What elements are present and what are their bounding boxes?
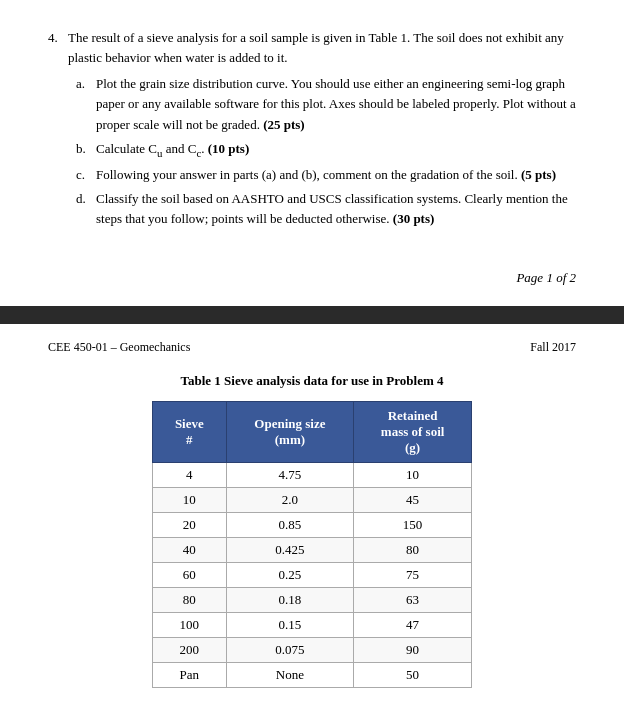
sub-item-d: d. Classify the soil based on AASHTO and… <box>76 189 576 229</box>
page-bottom: CEE 450-01 – Geomechanics Fall 2017 Tabl… <box>0 324 624 709</box>
table-cell: 0.85 <box>226 512 353 537</box>
sub-item-c: c. Following your answer in parts (a) an… <box>76 165 576 185</box>
table-cell: 2.0 <box>226 487 353 512</box>
table-cell: 4 <box>153 462 227 487</box>
table-cell: 0.425 <box>226 537 353 562</box>
col-header-sieve: Sieve# <box>153 401 227 462</box>
sub-item-a: a. Plot the grain size distribution curv… <box>76 74 576 134</box>
table-cell: 47 <box>354 612 472 637</box>
problem-number: 4. The result of a sieve analysis for a … <box>48 28 576 68</box>
sieve-table: Sieve# Opening size(mm) Retainedmass of … <box>152 401 472 688</box>
divider-bar <box>0 306 624 324</box>
table-cell: 0.075 <box>226 637 353 662</box>
problem-intro-text: The result of a sieve analysis for a soi… <box>68 28 576 68</box>
table-header-row: Sieve# Opening size(mm) Retainedmass of … <box>153 401 472 462</box>
problem-text: 4. The result of a sieve analysis for a … <box>48 28 576 230</box>
table-cell: 63 <box>354 587 472 612</box>
table-row: 2000.07590 <box>153 637 472 662</box>
table-cell: 90 <box>354 637 472 662</box>
col-header-retained: Retainedmass of soil(g) <box>354 401 472 462</box>
pts-b: (10 pts) <box>208 141 250 156</box>
sub-item-b-content: Calculate Cu and Cc. (10 pts) <box>96 139 576 161</box>
letter-d: d. <box>76 189 96 209</box>
pts-d: (30 pts) <box>393 211 435 226</box>
letter-b: b. <box>76 139 96 159</box>
table-row: PanNone50 <box>153 662 472 687</box>
problem-num-label: 4. <box>48 28 68 48</box>
table-cell: 10 <box>153 487 227 512</box>
table-row: 600.2575 <box>153 562 472 587</box>
table-cell: 45 <box>354 487 472 512</box>
table-cell: 0.18 <box>226 587 353 612</box>
col-header-opening: Opening size(mm) <box>226 401 353 462</box>
table-row: 800.1863 <box>153 587 472 612</box>
table-title: Table 1 Sieve analysis data for use in P… <box>48 373 576 389</box>
pts-a: (25 pts) <box>263 117 305 132</box>
table-cell: 50 <box>354 662 472 687</box>
sub-item-d-content: Classify the soil based on AASHTO and US… <box>96 189 576 229</box>
course-name: CEE 450-01 – Geomechanics <box>48 340 190 355</box>
page-num-text: Page 1 of 2 <box>516 270 576 285</box>
table-cell: 40 <box>153 537 227 562</box>
table-cell: 0.25 <box>226 562 353 587</box>
table-cell: None <box>226 662 353 687</box>
table-cell: 4.75 <box>226 462 353 487</box>
semester-label: Fall 2017 <box>530 340 576 355</box>
table-cell: 200 <box>153 637 227 662</box>
table-row: 102.045 <box>153 487 472 512</box>
table-row: 400.42580 <box>153 537 472 562</box>
table-cell: Pan <box>153 662 227 687</box>
table-cell: 100 <box>153 612 227 637</box>
table-row: 1000.1547 <box>153 612 472 637</box>
table-cell: 75 <box>354 562 472 587</box>
sub-item-b: b. Calculate Cu and Cc. (10 pts) <box>76 139 576 161</box>
table-cell: 0.15 <box>226 612 353 637</box>
table-cell: 150 <box>354 512 472 537</box>
page-top: 4. The result of a sieve analysis for a … <box>0 0 624 306</box>
sub-item-c-content: Following your answer in parts (a) and (… <box>96 165 576 185</box>
page-number: Page 1 of 2 <box>48 270 576 286</box>
sub-items-list: a. Plot the grain size distribution curv… <box>48 74 576 229</box>
sieve-tbody: 44.7510102.045200.85150400.42580600.2575… <box>153 462 472 687</box>
table-row: 200.85150 <box>153 512 472 537</box>
page-wrapper: 4. The result of a sieve analysis for a … <box>0 0 624 708</box>
course-header: CEE 450-01 – Geomechanics Fall 2017 <box>48 340 576 355</box>
sub-item-a-content: Plot the grain size distribution curve. … <box>96 74 576 134</box>
letter-a: a. <box>76 74 96 94</box>
letter-c: c. <box>76 165 96 185</box>
table-cell: 80 <box>153 587 227 612</box>
table-row: 44.7510 <box>153 462 472 487</box>
table-cell: 60 <box>153 562 227 587</box>
pts-c: (5 pts) <box>521 167 556 182</box>
table-cell: 80 <box>354 537 472 562</box>
table-cell: 20 <box>153 512 227 537</box>
table-cell: 10 <box>354 462 472 487</box>
